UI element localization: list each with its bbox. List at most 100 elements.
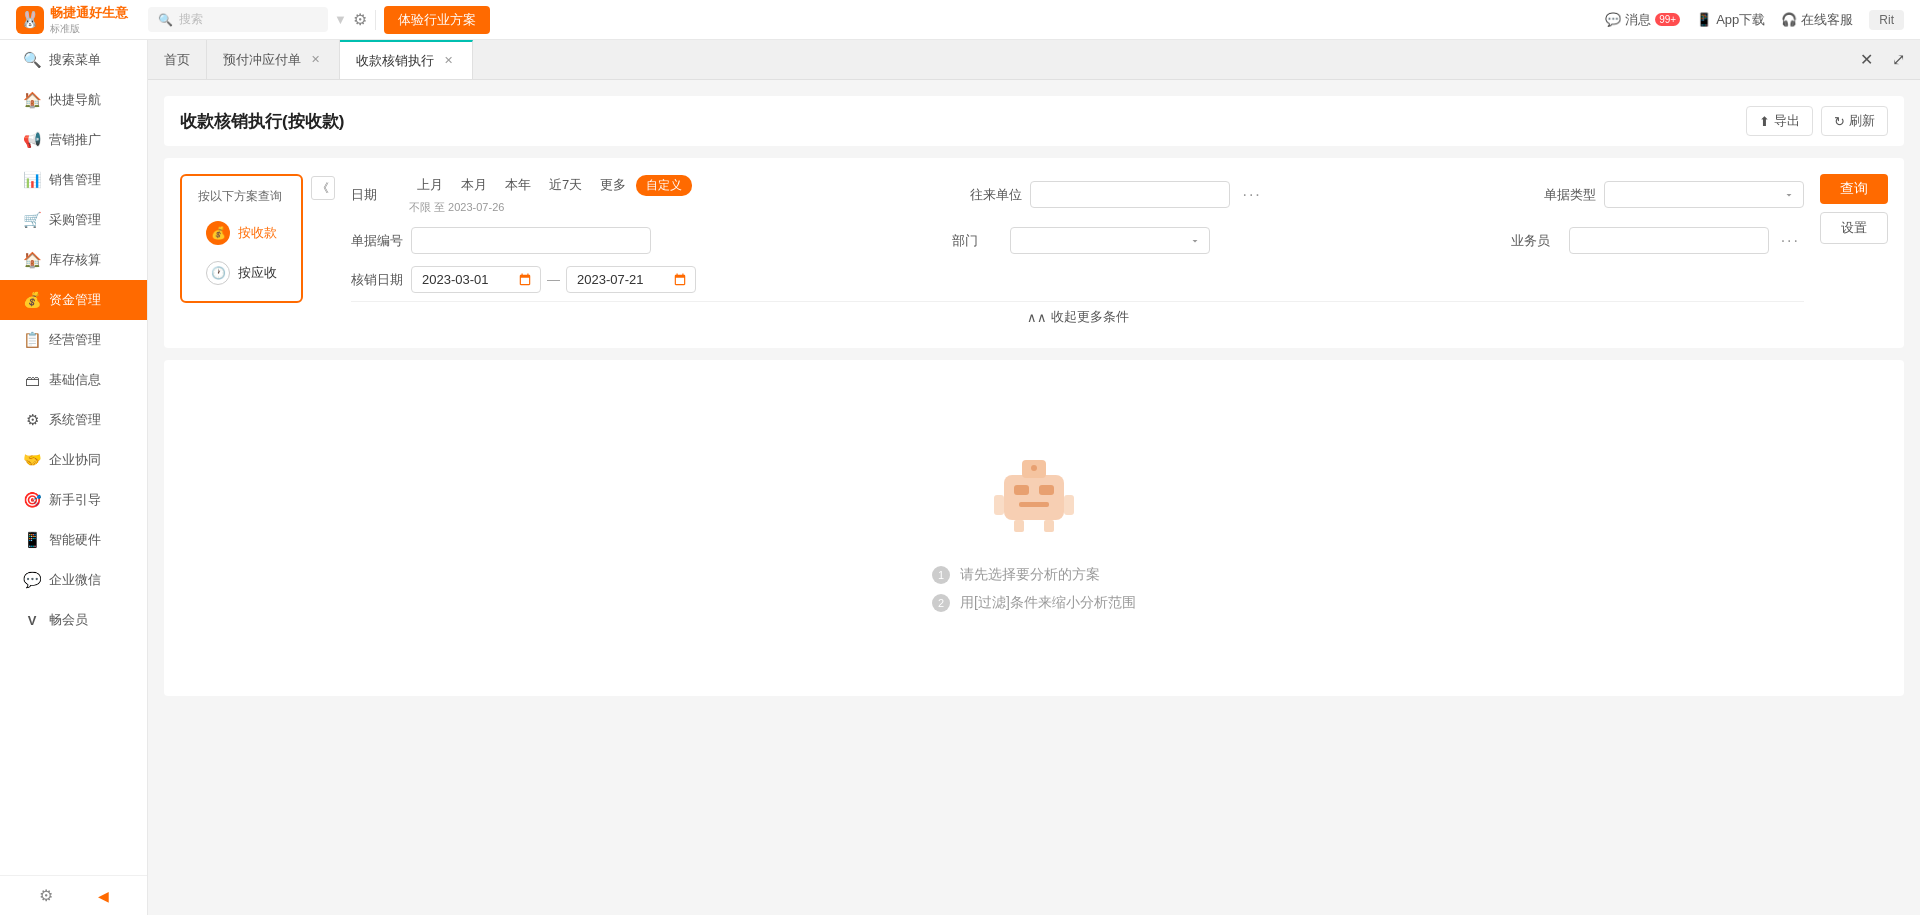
receipt-option-icon: 💰 xyxy=(206,221,230,245)
svg-point-5 xyxy=(1031,465,1037,471)
sidebar-item-sales[interactable]: 📊 销售管理 xyxy=(0,160,147,200)
export-btn[interactable]: ⬆ 导出 xyxy=(1746,106,1813,136)
sidebar-item-hardware[interactable]: 📱 智能硬件 xyxy=(0,520,147,560)
sidebar-item-guide[interactable]: 🎯 新手引导 xyxy=(0,480,147,520)
empty-hint-2: 2 用[过滤]条件来缩小分析范围 xyxy=(932,588,1136,616)
doc-type-field: 单据类型 xyxy=(1544,181,1804,208)
basic-info-icon: 🗃 xyxy=(23,372,41,389)
sidebar-settings-icon[interactable]: ⚙ xyxy=(39,886,53,905)
service-item[interactable]: 🎧 在线客服 xyxy=(1781,11,1853,29)
doc-number-label: 单据编号 xyxy=(351,232,403,250)
sidebar-item-finance[interactable]: 💰 资金管理 xyxy=(0,280,147,320)
time-btn-custom[interactable]: 自定义 xyxy=(636,175,692,196)
sidebar-label-business: 经营管理 xyxy=(49,331,101,349)
export-label: 导出 xyxy=(1774,112,1800,130)
sales-icon: 📊 xyxy=(23,171,41,189)
tab-expand-btn[interactable]: ⤢ xyxy=(1884,46,1912,74)
topbar: 🐰 畅捷通好生意 标准版 🔍 搜索 ▼ ⚙ 体验行业方案 💬 消息 99+ 📱 … xyxy=(0,0,1920,40)
sidebar-item-member[interactable]: V 畅会员 xyxy=(0,600,147,640)
sidebar-item-enterprise[interactable]: 🤝 企业协同 xyxy=(0,440,147,480)
sidebar-item-basic-info[interactable]: 🗃 基础信息 xyxy=(0,360,147,400)
time-btn-last-month[interactable]: 上月 xyxy=(409,174,451,196)
collapse-more-btn[interactable]: ∧∧ 收起更多条件 xyxy=(351,301,1804,332)
tab-prepay[interactable]: 预付冲应付单 ✕ xyxy=(207,40,340,79)
filter-option-receipt[interactable]: 💰 按收款 xyxy=(198,217,285,249)
time-btn-more[interactable]: 更多 xyxy=(592,174,634,196)
tab-receipt-cancel[interactable]: 收款核销执行 ✕ xyxy=(340,40,473,79)
doc-number-input[interactable] xyxy=(411,227,651,254)
department-field: 部门 xyxy=(952,227,1210,254)
salesperson-input[interactable] xyxy=(1569,227,1769,254)
query-btn[interactable]: 查询 xyxy=(1820,174,1888,204)
receipt-option-label: 按收款 xyxy=(238,224,277,242)
sidebar-item-business[interactable]: 📋 经营管理 xyxy=(0,320,147,360)
sidebar-item-wechat[interactable]: 💬 企业微信 xyxy=(0,560,147,600)
salesperson-field: 业务员 ··· xyxy=(1511,227,1804,254)
filter-options-title: 按以下方案查询 xyxy=(198,188,285,205)
salesperson-dots-btn[interactable]: ··· xyxy=(1777,232,1804,250)
content-area: 首页 预付冲应付单 ✕ 收款核销执行 ✕ ✕ ⤢ 收款核销执行(按收款) xyxy=(148,40,1920,915)
user-profile[interactable]: Rit xyxy=(1869,10,1904,30)
wechat-icon: 💬 xyxy=(23,571,41,589)
sidebar-item-marketing[interactable]: 📢 营销推广 xyxy=(0,120,147,160)
cancel-date-label: 核销日期 xyxy=(351,271,403,289)
settings-btn[interactable]: 设置 xyxy=(1820,212,1888,244)
main-layout: 🔍 搜索菜单 🏠 快捷导航 📢 营销推广 📊 销售管理 🛒 采购管理 🏠 库存核… xyxy=(0,40,1920,915)
tab-receipt-cancel-close[interactable]: ✕ xyxy=(440,53,456,69)
sidebar: 🔍 搜索菜单 🏠 快捷导航 📢 营销推广 📊 销售管理 🛒 采购管理 🏠 库存核… xyxy=(0,40,148,915)
solution-btn[interactable]: 体验行业方案 xyxy=(384,6,490,34)
message-icon: 💬 xyxy=(1605,12,1621,27)
sidebar-item-quick-nav[interactable]: 🏠 快捷导航 xyxy=(0,80,147,120)
department-label: 部门 xyxy=(952,232,1002,250)
logo: 🐰 畅捷通好生意 标准版 xyxy=(16,4,128,36)
sidebar-item-inventory[interactable]: 🏠 库存核算 xyxy=(0,240,147,280)
app-download-item[interactable]: 📱 App下载 xyxy=(1696,11,1765,29)
sidebar-item-purchase[interactable]: 🛒 采购管理 xyxy=(0,200,147,240)
search-placeholder: 搜索 xyxy=(179,11,203,28)
counterparty-dots-btn[interactable]: ··· xyxy=(1238,186,1265,204)
search-box[interactable]: 🔍 搜索 xyxy=(148,7,328,32)
topbar-settings-icon[interactable]: ⚙ xyxy=(353,10,367,29)
svg-rect-1 xyxy=(1014,485,1029,495)
query-row-2: 单据编号 部门 xyxy=(351,227,1804,254)
tab-prepay-close[interactable]: ✕ xyxy=(307,52,323,68)
doc-type-select[interactable] xyxy=(1604,181,1804,208)
svg-rect-2 xyxy=(1039,485,1054,495)
sidebar-item-search-menu[interactable]: 🔍 搜索菜单 xyxy=(0,40,147,80)
receivable-option-label: 按应收 xyxy=(238,264,277,282)
sidebar-item-system[interactable]: ⚙ 系统管理 xyxy=(0,400,147,440)
tab-home[interactable]: 首页 xyxy=(148,40,207,79)
title-actions: ⬆ 导出 ↻ 刷新 xyxy=(1746,106,1888,136)
cancel-date-end[interactable] xyxy=(566,266,696,293)
time-btn-7days[interactable]: 近7天 xyxy=(541,174,590,196)
message-badge: 99+ xyxy=(1655,13,1680,26)
time-btn-this-month[interactable]: 本月 xyxy=(453,174,495,196)
time-btn-this-year[interactable]: 本年 xyxy=(497,174,539,196)
sidebar-collapse-icon[interactable]: ◀ xyxy=(98,888,109,904)
cancel-date-start[interactable] xyxy=(411,266,541,293)
topbar-right: 💬 消息 99+ 📱 App下载 🎧 在线客服 Rit xyxy=(1605,10,1904,30)
business-icon: 📋 xyxy=(23,331,41,349)
date-field: 日期 上月 本月 本年 近7天 更多 自定义 xyxy=(351,174,692,215)
query-main: 日期 上月 本月 本年 近7天 更多 自定义 xyxy=(351,174,1804,332)
svg-rect-3 xyxy=(1019,502,1049,507)
sidebar-label-sales: 销售管理 xyxy=(49,171,101,189)
sidebar-label-system: 系统管理 xyxy=(49,411,101,429)
cancel-date-field: 核销日期 — xyxy=(351,266,696,293)
filter-collapse-btn[interactable]: 《 xyxy=(311,176,335,200)
message-label: 消息 xyxy=(1625,11,1651,29)
page-title: 收款核销执行(按收款) xyxy=(180,110,344,133)
counterparty-input[interactable] xyxy=(1030,181,1230,208)
refresh-btn[interactable]: ↻ 刷新 xyxy=(1821,106,1888,136)
department-select[interactable] xyxy=(1010,227,1210,254)
filter-option-receivable[interactable]: 🕐 按应收 xyxy=(198,257,285,289)
tab-close-all-btn[interactable]: ✕ xyxy=(1852,46,1880,74)
sidebar-label-search-menu: 搜索菜单 xyxy=(49,51,101,69)
date-label: 日期 xyxy=(351,186,401,204)
sidebar-label-wechat: 企业微信 xyxy=(49,571,101,589)
inventory-icon: 🏠 xyxy=(23,251,41,269)
counterparty-field: 往来单位 ··· xyxy=(970,181,1265,208)
enterprise-icon: 🤝 xyxy=(23,451,41,469)
message-item[interactable]: 💬 消息 99+ xyxy=(1605,11,1680,29)
svg-rect-8 xyxy=(1014,520,1024,532)
